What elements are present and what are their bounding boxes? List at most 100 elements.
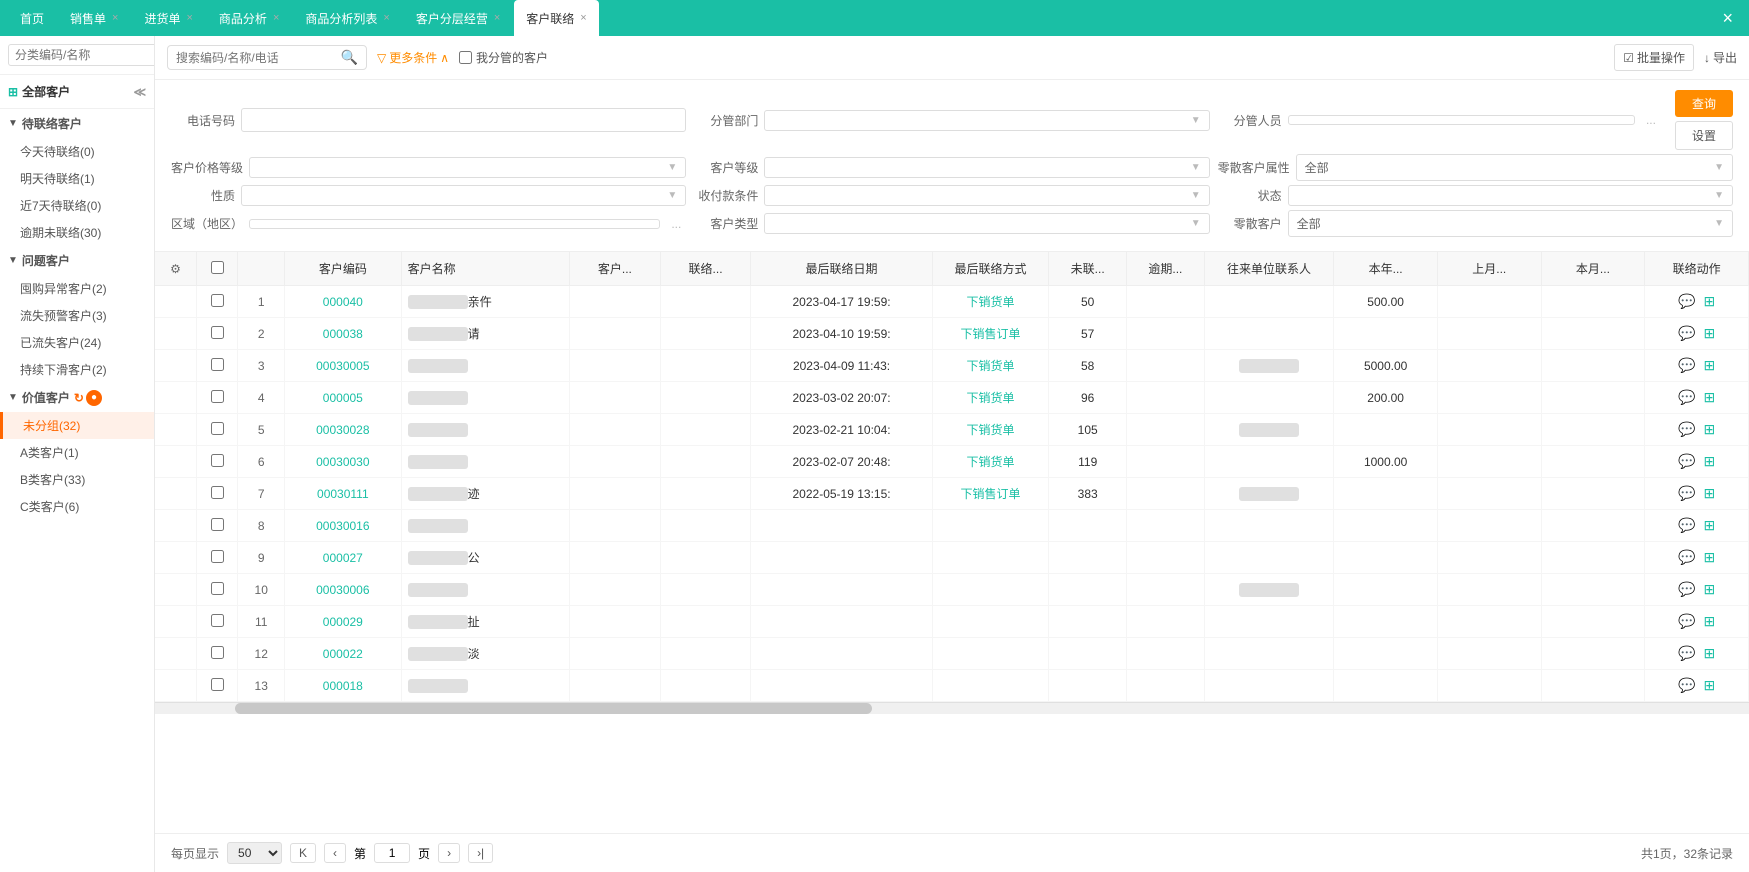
sidebar-item-declining[interactable]: 持续下滑客户(2) (0, 356, 154, 383)
chat-icon[interactable]: 💬 (1678, 325, 1695, 342)
apps-icon[interactable]: ⊞ (1703, 485, 1715, 502)
customer-code-link[interactable]: 000022 (323, 647, 363, 661)
filter-region-ellipsis[interactable]: ... (666, 217, 686, 231)
sidebar-item-tomorrow[interactable]: 明天待联络(1) (0, 165, 154, 192)
scrollbar-thumb[interactable] (235, 703, 873, 714)
col-header-check[interactable] (196, 252, 237, 286)
row-code[interactable]: 00030016 (285, 510, 402, 542)
sidebar-item-today[interactable]: 今天待联络(0) (0, 138, 154, 165)
row-code[interactable]: 000005 (285, 382, 402, 414)
chat-icon[interactable]: 💬 (1678, 357, 1695, 374)
tab-goods-analysis-list[interactable]: 商品分析列表 × (293, 0, 401, 36)
customer-code-link[interactable]: 00030006 (316, 583, 369, 597)
more-conditions-btn[interactable]: ▽ 更多条件 ∧ (377, 49, 449, 66)
row-checkbox[interactable] (211, 422, 224, 435)
col-header-last-date[interactable]: 最后联络日期 (751, 252, 932, 286)
chat-icon[interactable]: 💬 (1678, 517, 1695, 534)
sidebar-item-overdue[interactable]: 逾期未联络(30) (0, 219, 154, 246)
last-way-link[interactable]: 下销货单 (967, 423, 1015, 437)
apps-icon[interactable]: ⊞ (1703, 357, 1715, 374)
col-header-this-month[interactable]: 本月... (1541, 252, 1645, 286)
apps-icon[interactable]: ⊞ (1703, 581, 1715, 598)
sidebar-item-abnormal[interactable]: 囤购异常客户(2) (0, 275, 154, 302)
sidebar-item-churned[interactable]: 已流失客户(24) (0, 329, 154, 356)
apps-icon[interactable]: ⊞ (1703, 421, 1715, 438)
sidebar-item-ungroup[interactable]: 未分组(32) (0, 412, 154, 439)
export-button[interactable]: ↓ 导出 (1704, 49, 1737, 66)
customer-code-link[interactable]: 00030111 (317, 487, 369, 501)
tab-customer-tier-close[interactable]: × (494, 12, 500, 24)
value-refresh-icon[interactable]: ↻ (74, 391, 84, 405)
tab-goods-analysis[interactable]: 商品分析 × (207, 0, 291, 36)
tab-purchase[interactable]: 进货单 × (132, 0, 204, 36)
sidebar-item-class-a[interactable]: A类客户(1) (0, 439, 154, 466)
tab-customer-contact[interactable]: 客户联络 × (514, 0, 598, 36)
chat-icon[interactable]: 💬 (1678, 613, 1695, 630)
filter-nature-select[interactable]: ▼ (241, 185, 686, 206)
select-all-checkbox[interactable] (211, 261, 224, 274)
settings-icon[interactable]: ⚙ (170, 262, 181, 276)
tab-purchase-close[interactable]: × (186, 12, 192, 24)
sidebar-item-7days[interactable]: 近7天待联络(0) (0, 192, 154, 219)
chat-icon[interactable]: 💬 (1678, 549, 1695, 566)
row-code[interactable]: 00030111 (285, 478, 402, 510)
chat-icon[interactable]: 💬 (1678, 581, 1695, 598)
customer-code-link[interactable]: 000040 (323, 295, 363, 309)
apps-icon[interactable]: ⊞ (1703, 293, 1715, 310)
chat-icon[interactable]: 💬 (1678, 677, 1695, 694)
col-header-gear[interactable]: ⚙ (155, 252, 196, 286)
filter-retail-customer-select[interactable]: 全部 ▼ (1288, 210, 1733, 237)
row-checkbox[interactable] (211, 390, 224, 403)
apps-icon[interactable]: ⊞ (1703, 613, 1715, 630)
row-code[interactable]: 00030005 (285, 350, 402, 382)
sidebar-item-class-b[interactable]: B类客户(33) (0, 466, 154, 493)
chat-icon[interactable]: 💬 (1678, 421, 1695, 438)
row-checkbox[interactable] (211, 486, 224, 499)
sidebar-all-customers[interactable]: ⊞ 全部客户 ≪ (0, 75, 154, 109)
apps-icon[interactable]: ⊞ (1703, 549, 1715, 566)
filter-person-ellipsis[interactable]: ... (1641, 113, 1661, 127)
prev-page-btn[interactable]: ‹ (324, 843, 346, 863)
chat-icon[interactable]: 💬 (1678, 485, 1695, 502)
filter-phone-input[interactable] (241, 108, 686, 132)
main-search-input[interactable] (176, 51, 335, 65)
chat-icon[interactable]: 💬 (1678, 645, 1695, 662)
sidebar-group-pending[interactable]: ▼ 待联络客户 (0, 109, 154, 138)
last-way-link[interactable]: 下销货单 (967, 295, 1015, 309)
row-code[interactable]: 00030030 (285, 446, 402, 478)
main-search-icon[interactable]: 🔍 (341, 49, 358, 66)
col-header-type[interactable]: 客户... (570, 252, 661, 286)
row-checkbox[interactable] (211, 582, 224, 595)
filter-person-input-area[interactable] (1288, 115, 1635, 125)
col-header-overdue[interactable]: 逾期... (1127, 252, 1205, 286)
last-way-link[interactable]: 下销货单 (967, 359, 1015, 373)
col-header-last-way[interactable]: 最后联络方式 (932, 252, 1049, 286)
customer-code-link[interactable]: 00030028 (316, 423, 369, 437)
reset-button[interactable]: 设置 (1675, 121, 1733, 150)
batch-op-button[interactable]: ☑ 批量操作 (1614, 44, 1694, 71)
sidebar-item-churn-warn[interactable]: 流失预警客户(3) (0, 302, 154, 329)
customer-code-link[interactable]: 000005 (323, 391, 363, 405)
last-way-link[interactable]: 下销售订单 (961, 487, 1021, 501)
tab-sales[interactable]: 销售单 × (58, 0, 130, 36)
last-page-btn[interactable]: ›| (468, 843, 493, 863)
col-header-code[interactable]: 客户编码 (285, 252, 402, 286)
col-header-partner[interactable]: 往来单位联系人 (1204, 252, 1334, 286)
chat-icon[interactable]: 💬 (1678, 389, 1695, 406)
row-checkbox[interactable] (211, 678, 224, 691)
chat-icon[interactable]: 💬 (1678, 293, 1695, 310)
row-checkbox[interactable] (211, 326, 224, 339)
row-checkbox[interactable] (211, 358, 224, 371)
last-way-link[interactable]: 下销货单 (967, 455, 1015, 469)
apps-icon[interactable]: ⊞ (1703, 517, 1715, 534)
horizontal-scrollbar[interactable] (155, 702, 1749, 714)
last-way-link[interactable]: 下销货单 (967, 391, 1015, 405)
col-header-this-year[interactable]: 本年... (1334, 252, 1438, 286)
first-page-btn[interactable]: K (290, 843, 316, 863)
filter-customer-type-select[interactable]: ▼ (764, 213, 1209, 234)
tab-goods-analysis-close[interactable]: × (273, 12, 279, 24)
apps-icon[interactable]: ⊞ (1703, 677, 1715, 694)
row-checkbox[interactable] (211, 550, 224, 563)
row-code[interactable]: 000040 (285, 286, 402, 318)
filter-payment-select[interactable]: ▼ (764, 185, 1209, 206)
